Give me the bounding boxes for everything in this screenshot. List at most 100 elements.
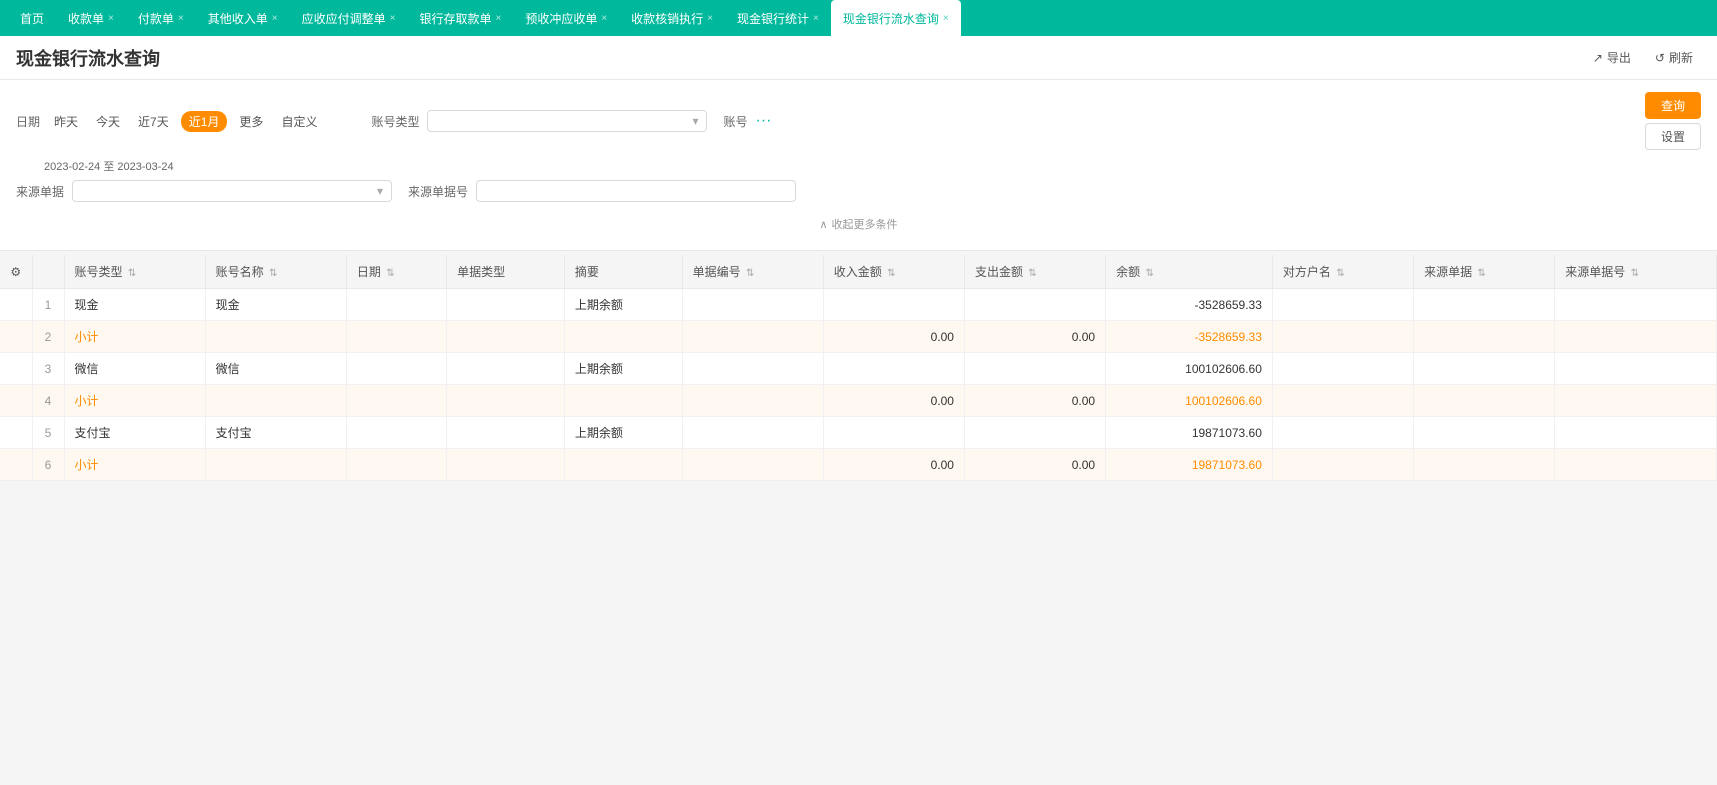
date-more[interactable]: 更多 bbox=[233, 111, 269, 132]
close-icon[interactable]: × bbox=[108, 13, 114, 24]
col-source-doc[interactable]: 来源单据 ⇅ bbox=[1414, 255, 1555, 289]
cell-counterpart bbox=[1272, 449, 1413, 481]
chevron-down-icon: ▾ bbox=[692, 114, 698, 128]
nav-tab-2[interactable]: 其他收入单× bbox=[196, 0, 290, 36]
nav-tabs: 收款单×付款单×其他收入单×应收应付调整单×银行存取款单×预收冲应收单×收款核销… bbox=[56, 0, 961, 36]
col-counterpart[interactable]: 对方户名 ⇅ bbox=[1272, 255, 1413, 289]
cell-expense: 0.00 bbox=[964, 385, 1105, 417]
close-icon[interactable]: × bbox=[272, 13, 278, 24]
col-account-name[interactable]: 账号名称 ⇅ bbox=[205, 255, 346, 289]
close-icon[interactable]: × bbox=[943, 13, 949, 24]
account-type-select[interactable]: ▾ bbox=[427, 110, 707, 132]
table-row: 6小计0.000.0019871073.60 bbox=[0, 449, 1717, 481]
cell-date bbox=[346, 385, 446, 417]
close-icon[interactable]: × bbox=[495, 13, 501, 24]
close-icon[interactable]: × bbox=[390, 13, 396, 24]
cell-doc-num bbox=[682, 353, 823, 385]
nav-tab-4[interactable]: 银行存取款单× bbox=[407, 0, 513, 36]
cell-source-doc-num bbox=[1555, 353, 1717, 385]
settings-button[interactable]: 设置 bbox=[1645, 123, 1701, 150]
cell-account-name bbox=[205, 321, 346, 353]
col-num bbox=[32, 255, 64, 289]
cell-counterpart bbox=[1272, 321, 1413, 353]
row-num: 5 bbox=[32, 417, 64, 449]
source-doc-num-label: 来源单据号 bbox=[408, 183, 468, 200]
cell-counterpart bbox=[1272, 353, 1413, 385]
source-doc-num-input[interactable] bbox=[476, 180, 796, 202]
gear-icon[interactable] bbox=[0, 353, 32, 385]
col-doc-type: 单据类型 bbox=[447, 255, 565, 289]
nav-tab-6[interactable]: 收款核销执行× bbox=[619, 0, 725, 36]
table-body: 1现金现金上期余额-3528659.332小计0.000.00-3528659.… bbox=[0, 289, 1717, 481]
cell-date bbox=[346, 321, 446, 353]
col-source-doc-num[interactable]: 来源单据号 ⇅ bbox=[1555, 255, 1717, 289]
col-doc-num[interactable]: 单据编号 ⇅ bbox=[682, 255, 823, 289]
row-num: 4 bbox=[32, 385, 64, 417]
source-doc-label: 来源单据 bbox=[16, 183, 64, 200]
cell-source-doc-num bbox=[1555, 385, 1717, 417]
date-near7[interactable]: 近7天 bbox=[132, 111, 175, 132]
gear-icon[interactable] bbox=[0, 417, 32, 449]
date-near1m[interactable]: 近1月 bbox=[181, 111, 228, 132]
nav-tab-8[interactable]: 现金银行流水查询× bbox=[831, 0, 961, 36]
cell-balance: -3528659.33 bbox=[1106, 289, 1273, 321]
nav-tab-3[interactable]: 应收应付调整单× bbox=[290, 0, 408, 36]
col-account-type[interactable]: 账号类型 ⇅ bbox=[64, 255, 205, 289]
col-date[interactable]: 日期 ⇅ bbox=[346, 255, 446, 289]
cell-income: 0.00 bbox=[823, 385, 964, 417]
date-today[interactable]: 今天 bbox=[90, 111, 126, 132]
refresh-button[interactable]: ↺ 刷新 bbox=[1647, 45, 1701, 70]
row-num: 3 bbox=[32, 353, 64, 385]
nav-tab-1[interactable]: 付款单× bbox=[126, 0, 196, 36]
gear-icon[interactable] bbox=[0, 321, 32, 353]
cell-balance: 19871073.60 bbox=[1106, 449, 1273, 481]
table-row: 2小计0.000.00-3528659.33 bbox=[0, 321, 1717, 353]
cell-expense bbox=[964, 417, 1105, 449]
cell-source-doc bbox=[1414, 321, 1555, 353]
date-label: 日期 bbox=[16, 113, 40, 130]
col-summary: 摘要 bbox=[564, 255, 682, 289]
close-icon[interactable]: × bbox=[707, 13, 713, 24]
cell-doc-type bbox=[447, 449, 565, 481]
cell-account-name: 支付宝 bbox=[205, 417, 346, 449]
account-type-label: 账号类型 bbox=[371, 113, 419, 130]
cell-date bbox=[346, 353, 446, 385]
row-num: 2 bbox=[32, 321, 64, 353]
cell-source-doc-num bbox=[1555, 417, 1717, 449]
close-icon[interactable]: × bbox=[601, 13, 607, 24]
nav-tab-7[interactable]: 现金银行统计× bbox=[725, 0, 831, 36]
col-balance[interactable]: 余额 ⇅ bbox=[1106, 255, 1273, 289]
cell-date bbox=[346, 289, 446, 321]
cell-summary: 上期余额 bbox=[564, 353, 682, 385]
cell-account-type: 微信 bbox=[64, 353, 205, 385]
close-icon[interactable]: × bbox=[813, 13, 819, 24]
date-yesterday[interactable]: 昨天 bbox=[48, 111, 84, 132]
cell-income bbox=[823, 353, 964, 385]
col-expense[interactable]: 支出金额 ⇅ bbox=[964, 255, 1105, 289]
export-button[interactable]: ↗ 导出 bbox=[1585, 45, 1639, 70]
main-table: ⚙ 账号类型 ⇅ 账号名称 ⇅ 日期 ⇅ 单据类型 摘要 单据编号 ⇅ 收入金额… bbox=[0, 255, 1717, 481]
cell-expense bbox=[964, 353, 1105, 385]
cell-income: 0.00 bbox=[823, 449, 964, 481]
cell-doc-num bbox=[682, 289, 823, 321]
page-header: 现金银行流水查询 ↗ 导出 ↺ 刷新 bbox=[0, 36, 1717, 80]
gear-icon[interactable] bbox=[0, 289, 32, 321]
date-custom[interactable]: 自定义 bbox=[275, 111, 323, 132]
source-doc-select[interactable]: ▾ bbox=[72, 180, 392, 202]
gear-icon[interactable] bbox=[0, 449, 32, 481]
gear-icon[interactable] bbox=[0, 385, 32, 417]
nav-home[interactable]: 首页 bbox=[8, 10, 56, 27]
cell-source-doc-num bbox=[1555, 321, 1717, 353]
close-icon[interactable]: × bbox=[178, 13, 184, 24]
col-income[interactable]: 收入金额 ⇅ bbox=[823, 255, 964, 289]
nav-tab-0[interactable]: 收款单× bbox=[56, 0, 126, 36]
collapse-bar[interactable]: ∧ 收起更多条件 bbox=[16, 210, 1701, 238]
cell-source-doc bbox=[1414, 449, 1555, 481]
account-label: 账号 bbox=[723, 113, 747, 130]
cell-summary: 上期余额 bbox=[564, 289, 682, 321]
export-icon: ↗ bbox=[1593, 51, 1603, 65]
col-settings[interactable]: ⚙ bbox=[0, 255, 32, 289]
nav-tab-5[interactable]: 预收冲应收单× bbox=[513, 0, 619, 36]
query-button[interactable]: 查询 bbox=[1645, 92, 1701, 119]
account-dots[interactable]: ··· bbox=[755, 112, 771, 130]
